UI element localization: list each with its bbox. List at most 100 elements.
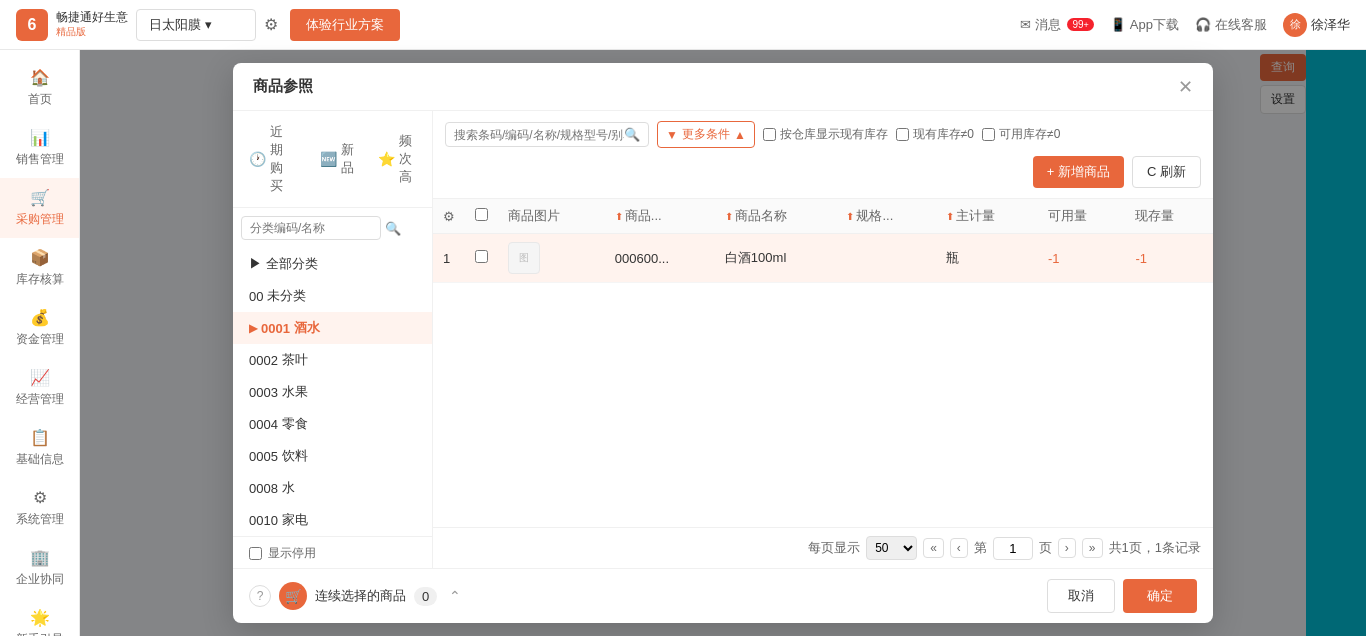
first-page-btn[interactable]: « xyxy=(923,538,944,558)
category-item-0003[interactable]: 0003 水果 xyxy=(233,376,432,408)
confirm-button[interactable]: 确定 xyxy=(1123,579,1197,613)
show-disabled-checkbox[interactable] xyxy=(249,547,262,560)
sidebar-label-stock: 库存核算 xyxy=(16,271,64,288)
last-page-btn[interactable]: » xyxy=(1082,538,1103,558)
col-code[interactable]: ⬆ 商品... xyxy=(605,199,715,234)
category-code-0003: 0003 xyxy=(249,385,278,400)
prev-page-btn[interactable]: ‹ xyxy=(950,538,968,558)
more-filter-button[interactable]: ▼ 更多条件 ▲ xyxy=(657,121,755,148)
sort-name[interactable]: ⬆ 商品名称 xyxy=(725,207,827,225)
modal-body: 🕐 近期购买 🆕 新品 ⭐ 频次高 xyxy=(233,111,1213,568)
table-header-row: ⚙ 商品图片 xyxy=(433,199,1213,234)
tab-recent-purchase[interactable]: 🕐 近期购买 xyxy=(241,119,304,199)
category-search-icon[interactable]: 🔍 xyxy=(385,221,401,236)
category-search-input[interactable] xyxy=(241,216,381,240)
sidebar-label-purchase: 采购管理 xyxy=(16,211,64,228)
modal-header: 商品参照 ✕ xyxy=(233,63,1213,111)
footer-actions: 取消 确定 xyxy=(1047,579,1197,613)
refresh-button[interactable]: C 刷新 xyxy=(1132,156,1201,188)
user-name: 徐泽华 xyxy=(1311,16,1350,34)
add-product-button[interactable]: + 新增商品 xyxy=(1033,156,1124,188)
sort-spec[interactable]: ⬆ 规格... xyxy=(846,207,925,225)
product-search-input[interactable] xyxy=(454,128,624,142)
sort-unit[interactable]: ⬆ 主计量 xyxy=(946,207,1028,225)
col-settings[interactable]: ⚙ xyxy=(433,199,465,234)
messages-action[interactable]: ✉ 消息 99+ xyxy=(1020,16,1093,34)
sort-code[interactable]: ⬆ 商品... xyxy=(615,207,705,225)
phone-icon: 📱 xyxy=(1110,17,1126,32)
per-page-select[interactable]: 102050100 xyxy=(866,536,917,560)
modal-close-button[interactable]: ✕ xyxy=(1178,78,1193,96)
category-item-0008[interactable]: 0008 水 xyxy=(233,472,432,504)
product-panel: 🔍 ▼ 更多条件 ▲ 按仓库显示现有库存 xyxy=(433,111,1213,568)
sidebar-item-purchase[interactable]: 🛒 采购管理 xyxy=(0,178,79,238)
col-unit[interactable]: ⬆ 主计量 xyxy=(936,199,1038,234)
cell-image: 图 xyxy=(498,234,605,283)
cell-name: 白酒100ml xyxy=(715,234,837,283)
filter-available-checkbox[interactable] xyxy=(982,128,995,141)
col-spec[interactable]: ⬆ 规格... xyxy=(836,199,935,234)
search-icon[interactable]: 🔍 xyxy=(624,127,640,142)
cell-check[interactable] xyxy=(465,234,498,283)
filter-warehouse[interactable]: 按仓库显示现有库存 xyxy=(763,126,888,143)
sidebar-item-system[interactable]: ⚙ 系统管理 xyxy=(0,478,79,538)
sidebar-item-home[interactable]: 🏠 首页 xyxy=(0,58,79,118)
gear-button[interactable]: ⚙ xyxy=(264,15,278,34)
sidebar-item-basics[interactable]: 📋 基础信息 xyxy=(0,418,79,478)
tab-frequent[interactable]: ⭐ 频次高 xyxy=(370,119,424,199)
experience-btn[interactable]: 体验行业方案 xyxy=(290,9,400,41)
category-name-0004: 零食 xyxy=(282,415,308,433)
filter-warehouse-checkbox[interactable] xyxy=(763,128,776,141)
tab-new-product[interactable]: 🆕 新品 xyxy=(312,119,362,199)
enterprise-icon: 🏢 xyxy=(30,548,50,567)
sidebar-item-stock[interactable]: 📦 库存核算 xyxy=(0,238,79,298)
logo: 6 畅捷通好生意 精品版 xyxy=(16,9,136,41)
footer-collapse-icon[interactable]: ⌃ xyxy=(449,588,461,604)
user-avatar[interactable]: 徐 徐泽华 xyxy=(1283,13,1350,37)
help-icon[interactable]: ? xyxy=(249,585,271,607)
category-item-0010[interactable]: 0010 家电 xyxy=(233,504,432,536)
message-icon: ✉ xyxy=(1020,17,1031,32)
filter-existing[interactable]: 现有库存≠0 xyxy=(896,126,974,143)
sidebar-item-enterprise[interactable]: 🏢 企业协同 xyxy=(0,538,79,598)
category-search: 🔍 xyxy=(233,216,432,240)
category-item-00[interactable]: 00 未分类 xyxy=(233,280,432,312)
app-download-action[interactable]: 📱 App下载 xyxy=(1110,16,1179,34)
row-checkbox[interactable] xyxy=(475,250,488,263)
sidebar-item-sales[interactable]: 📊 销售管理 xyxy=(0,118,79,178)
table-row[interactable]: 1 图 000600... 白酒100ml xyxy=(433,234,1213,283)
category-item-0001[interactable]: ▶ 0001 酒水 xyxy=(233,312,432,344)
online-service-action[interactable]: 🎧 在线客服 xyxy=(1195,16,1267,34)
select-all-checkbox[interactable] xyxy=(475,208,488,221)
category-name-0005: 饮料 xyxy=(282,447,308,465)
page-number-input[interactable] xyxy=(993,537,1033,560)
frequent-icon: ⭐ xyxy=(378,151,395,167)
next-page-btn[interactable]: › xyxy=(1058,538,1076,558)
category-all[interactable]: ▶ 全部分类 xyxy=(233,248,432,280)
store-selector[interactable]: 日太阳膜 ▾ xyxy=(136,9,256,41)
sort-icon-code: ⬆ xyxy=(615,211,623,222)
cancel-button[interactable]: 取消 xyxy=(1047,579,1115,613)
sidebar-item-finance[interactable]: 💰 资金管理 xyxy=(0,298,79,358)
category-item-0002[interactable]: 0002 茶叶 xyxy=(233,344,432,376)
home-icon: 🏠 xyxy=(30,68,50,87)
finance-icon: 💰 xyxy=(30,308,50,327)
cart-button[interactable]: 🛒 xyxy=(279,582,307,610)
col-name[interactable]: ⬆ 商品名称 xyxy=(715,199,837,234)
filter-existing-checkbox[interactable] xyxy=(896,128,909,141)
col-check xyxy=(465,199,498,234)
avatar: 徐 xyxy=(1283,13,1307,37)
filter-available[interactable]: 可用库存≠0 xyxy=(982,126,1060,143)
show-disabled-label[interactable]: 显示停用 xyxy=(249,545,416,562)
col-stock: 现存量 xyxy=(1125,199,1213,234)
category-item-0005[interactable]: 0005 饮料 xyxy=(233,440,432,472)
sidebar-item-guide[interactable]: 🌟 新手引导 xyxy=(0,598,79,636)
category-name-0010: 家电 xyxy=(282,511,308,529)
filter-warehouse-label: 按仓库显示现有库存 xyxy=(780,126,888,143)
category-name-00: 未分类 xyxy=(267,287,306,305)
category-item-0004[interactable]: 0004 零食 xyxy=(233,408,432,440)
sidebar-item-operations[interactable]: 📈 经营管理 xyxy=(0,358,79,418)
store-name: 日太阳膜 xyxy=(149,16,201,34)
logo-text: 畅捷通好生意 xyxy=(56,10,128,26)
guide-icon: 🌟 xyxy=(30,608,50,627)
